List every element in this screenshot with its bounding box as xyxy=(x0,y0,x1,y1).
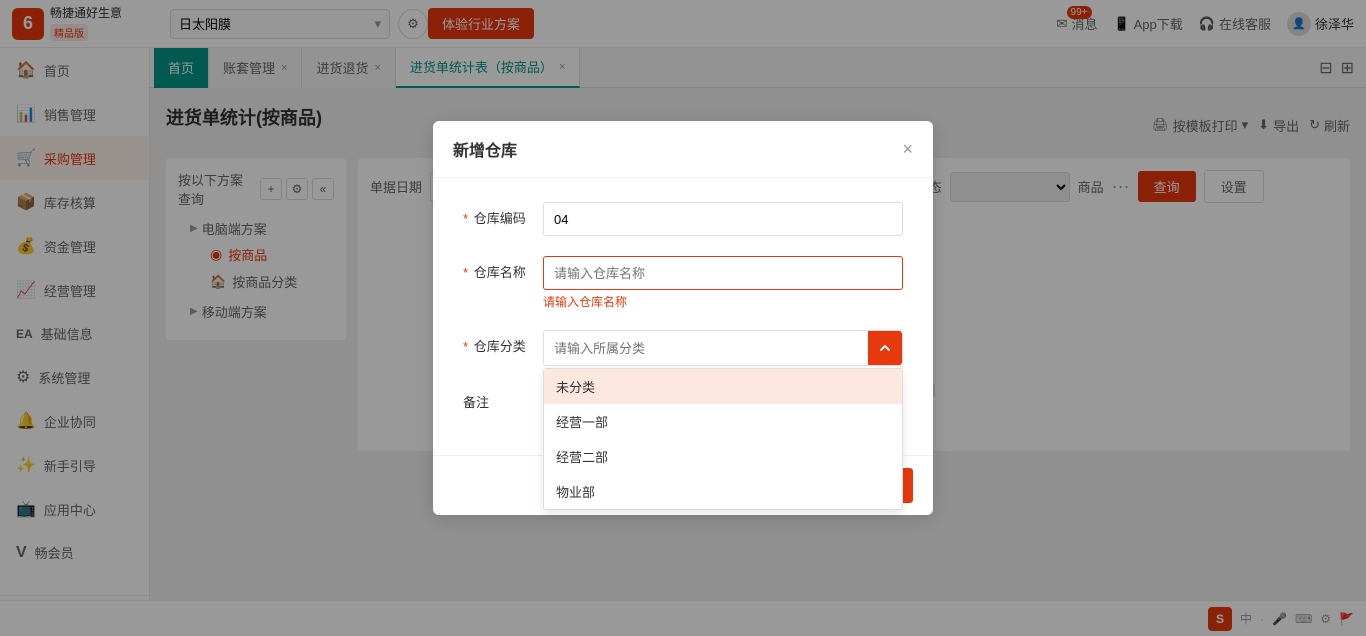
code-label: * 仓库编码 xyxy=(463,202,543,227)
form-row-category: * 仓库分类 未分类 经营一部 xyxy=(463,330,903,366)
category-dropdown: 未分类 经营一部 经营二部 物业部 xyxy=(543,368,903,510)
code-input[interactable] xyxy=(543,202,903,236)
dropdown-item-3[interactable]: 物业部 xyxy=(544,474,902,509)
form-row-name: * 仓库名称 请输入仓库名称 xyxy=(463,256,903,310)
modal-header: 新增仓库 × xyxy=(433,121,933,178)
category-input-group xyxy=(543,330,903,366)
modal-body: * 仓库编码 * 仓库名称 请输入仓库名称 xyxy=(433,178,933,455)
modal-title: 新增仓库 xyxy=(453,137,517,161)
dropdown-item-1[interactable]: 经营一部 xyxy=(544,404,902,439)
category-control: 未分类 经营一部 经营二部 物业部 xyxy=(543,330,903,366)
category-toggle-btn[interactable] xyxy=(868,331,902,365)
modal-close-btn[interactable]: × xyxy=(902,139,913,160)
add-warehouse-modal: 新增仓库 × * 仓库编码 * 仓库名称 xyxy=(433,121,933,515)
name-input[interactable] xyxy=(543,256,903,290)
name-control: 请输入仓库名称 xyxy=(543,256,903,310)
modal-backdrop: 新增仓库 × * 仓库编码 * 仓库名称 xyxy=(0,0,1366,636)
dropdown-item-0[interactable]: 未分类 xyxy=(544,369,902,404)
form-row-code: * 仓库编码 xyxy=(463,202,903,236)
category-input[interactable] xyxy=(544,331,868,365)
name-error-msg: 请输入仓库名称 xyxy=(543,293,903,310)
dropdown-item-2[interactable]: 经营二部 xyxy=(544,439,902,474)
category-label: * 仓库分类 xyxy=(463,330,543,355)
name-label: * 仓库名称 xyxy=(463,256,543,281)
note-label: 备注 xyxy=(463,386,543,411)
code-control xyxy=(543,202,903,236)
